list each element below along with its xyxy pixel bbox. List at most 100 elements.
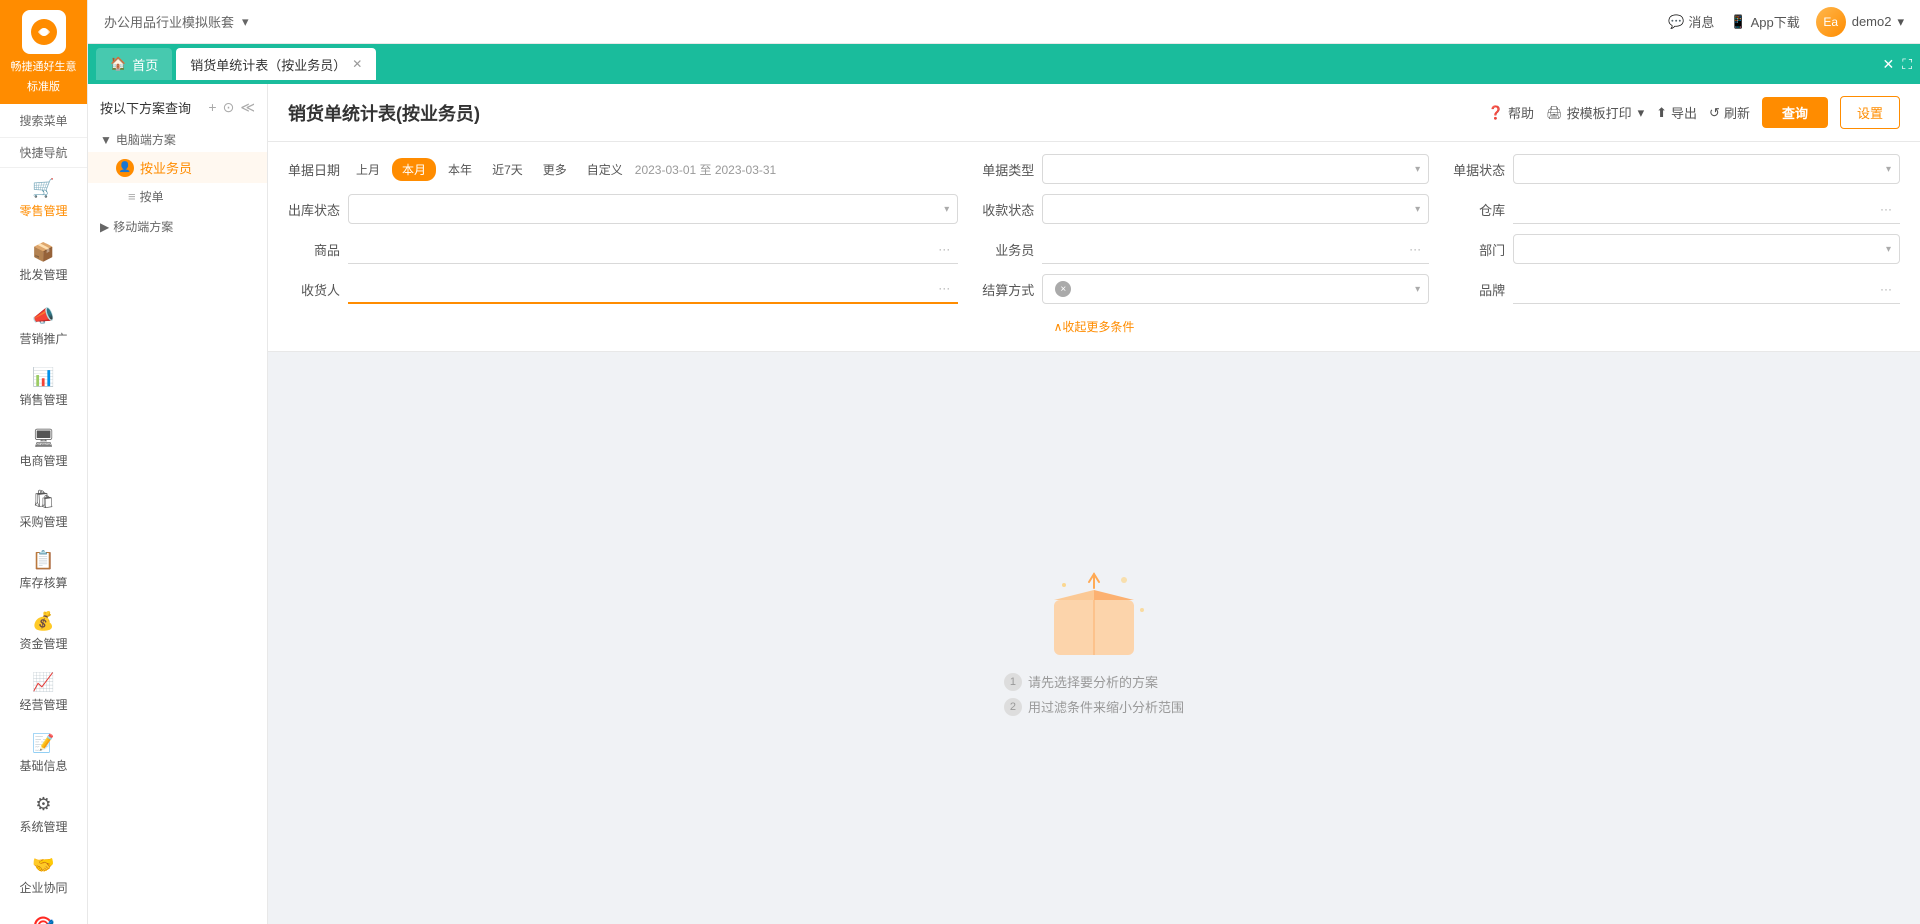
- brand-select[interactable]: ···: [1513, 274, 1900, 304]
- warehouse-select[interactable]: ···: [1513, 194, 1900, 224]
- date-btn-this-month[interactable]: 本月: [392, 158, 436, 181]
- tab-expand-icon[interactable]: ⛶: [1902, 56, 1912, 73]
- app-logo[interactable]: 畅捷通好生意 标准版: [0, 0, 87, 104]
- filter-department-field: 部门 ▾: [1453, 234, 1900, 264]
- sidebar-item-wholesale-label: 批发管理: [19, 266, 67, 283]
- date-btn-this-year[interactable]: 本年: [440, 158, 480, 181]
- sidebar-item-ecommerce[interactable]: 🖥 电商管理: [0, 418, 87, 479]
- wholesale-icon: 📦: [32, 242, 54, 263]
- date-btn-last-month[interactable]: 上月: [348, 158, 388, 181]
- pc-plan-group-header[interactable]: ▼ 电脑端方案: [88, 127, 267, 152]
- sidebar-item-operations[interactable]: 📈 经营管理: [0, 662, 87, 723]
- print-template-btn[interactable]: 🖨 按模板打印 ▾: [1546, 103, 1644, 122]
- settings-button[interactable]: 设置: [1840, 96, 1900, 129]
- quick-nav-item[interactable]: 快捷导航: [0, 138, 87, 168]
- print-template-label: 按模板打印: [1567, 103, 1632, 122]
- app-download-btn[interactable]: 📱 App下载: [1730, 12, 1799, 31]
- warehouse-label: 仓库: [1453, 200, 1505, 219]
- operations-icon: 📈: [32, 672, 54, 693]
- sidebar-item-guide[interactable]: 🎯 新手引导: [0, 906, 87, 924]
- mobile-plan-group-header[interactable]: ▶ 移动端方案: [88, 214, 267, 239]
- order-icon: ≡: [128, 189, 136, 204]
- message-btn[interactable]: 💬 消息: [1668, 12, 1714, 31]
- mobile-plan-group: ▶ 移动端方案: [88, 214, 267, 239]
- sidebar-item-retail[interactable]: 🛒 零售管理: [0, 168, 87, 232]
- sidebar-item-marketing[interactable]: 📣 营销推广: [0, 296, 87, 357]
- app-name: 畅捷通好生意: [11, 58, 77, 74]
- plan-subitem-by-order[interactable]: ≡ 按单: [88, 183, 267, 210]
- sidebar-item-system[interactable]: ⚙ 系统管理: [0, 784, 87, 845]
- sidebar-item-basic-info[interactable]: 📝 基础信息: [0, 723, 87, 784]
- tab-bar: 🏠 首页 销货单统计表（按业务员） ✕ ✕ ⛶: [88, 44, 1920, 84]
- page-header: 销货单统计表(按业务员) ❓ 帮助 🖨 按模板打印 ▾ ⬆ 导出: [268, 84, 1920, 142]
- settings-plan-btn[interactable]: ⊙: [223, 99, 235, 116]
- mobile-plan-arrow-icon: ▶: [100, 220, 109, 234]
- settlement-tag-close[interactable]: ×: [1055, 281, 1071, 297]
- plan-by-salesperson-label: 按业务员: [140, 158, 192, 177]
- sidebar-item-marketing-label: 营销推广: [19, 330, 67, 347]
- refresh-btn[interactable]: ↺ 刷新: [1709, 103, 1750, 122]
- breadcrumb-dropdown[interactable]: ▾: [242, 14, 249, 30]
- settlement-tag[interactable]: ×: [1051, 281, 1071, 297]
- sidebar-item-wholesale[interactable]: 📦 批发管理: [0, 232, 87, 296]
- print-chevron-icon: ▾: [1638, 105, 1645, 121]
- mobile-plan-label: 移动端方案: [113, 218, 173, 235]
- left-panel-header: 按以下方案查询 + ⊙ ≪: [88, 92, 267, 123]
- empty-tips: 1 请先选择要分析的方案 2 用过滤条件来缩小分析范围: [1004, 672, 1184, 716]
- filter-area: 单据日期 上月 本月 本年 近7天 更多 自定义 2023-03-01 至 20…: [268, 142, 1920, 352]
- filter-doc-status-field: 单据状态 ▾: [1453, 154, 1900, 184]
- salesperson-label: 业务员: [982, 240, 1034, 259]
- sidebar-item-purchase[interactable]: 🛍 采购管理: [0, 479, 87, 540]
- plan-item-by-salesperson[interactable]: 👤 按业务员: [88, 152, 267, 183]
- tab-close-icon[interactable]: ✕: [352, 57, 362, 71]
- pc-plan-group: ▼ 电脑端方案 👤 按业务员 ≡ 按单: [88, 127, 267, 210]
- page-title: 销货单统计表(按业务员): [288, 100, 480, 138]
- date-btn-7days[interactable]: 近7天: [484, 158, 531, 181]
- left-panel-actions: + ⊙ ≪: [208, 99, 255, 116]
- sidebar-item-inventory[interactable]: 📋 库存核算: [0, 540, 87, 601]
- export-btn[interactable]: ⬆ 导出: [1656, 103, 1697, 122]
- retail-icon: 🛒: [32, 178, 54, 199]
- filter-row-3: 商品 ··· 业务员 ··· 部门: [288, 234, 1900, 264]
- logo-icon: [22, 10, 66, 54]
- collapse-btn[interactable]: ∧ 收起更多条件: [1046, 314, 1143, 339]
- ecommerce-icon: 🖥: [32, 428, 55, 449]
- tab-home[interactable]: 🏠 首页: [96, 48, 172, 80]
- tab-close-all-icon[interactable]: ✕: [1882, 56, 1894, 73]
- goods-dots: ···: [938, 242, 950, 256]
- tab-sales-stats[interactable]: 销货单统计表（按业务员） ✕: [176, 48, 376, 80]
- date-buttons: 上月 本月 本年 近7天 更多 自定义 2023-03-01 至 2023-03…: [348, 158, 958, 181]
- brand-dots: ···: [1880, 282, 1892, 296]
- empty-box-svg: [1034, 560, 1154, 660]
- date-btn-custom[interactable]: 自定义: [579, 158, 631, 181]
- doc-status-select[interactable]: ▾: [1513, 154, 1900, 184]
- help-btn[interactable]: ❓ 帮助: [1488, 103, 1534, 122]
- user-menu-btn[interactable]: Ea demo2 ▾: [1816, 7, 1904, 37]
- add-plan-btn[interactable]: +: [208, 99, 216, 116]
- filter-payment-status-field: 收款状态 ▾: [982, 194, 1429, 224]
- salesperson-select[interactable]: ···: [1042, 234, 1429, 264]
- sidebar-item-sales[interactable]: 📊 销售管理: [0, 357, 87, 418]
- tab-home-label: 首页: [132, 55, 158, 74]
- collapse-panel-btn[interactable]: ≪: [240, 99, 255, 116]
- doc-type-select[interactable]: ▾: [1042, 154, 1429, 184]
- sidebar-item-basic-info-label: 基础信息: [19, 757, 67, 774]
- date-btn-more[interactable]: 更多: [535, 158, 575, 181]
- export-label: 导出: [1671, 103, 1697, 122]
- sidebar-item-finance[interactable]: 💰 资金管理: [0, 601, 87, 662]
- settlement-select[interactable]: × ▾: [1042, 274, 1429, 304]
- goods-select[interactable]: ···: [348, 234, 958, 264]
- out-status-select[interactable]: ▾: [348, 194, 958, 224]
- brand-label: 品牌: [1453, 280, 1505, 299]
- filter-row-2: 出库状态 ▾ 收款状态 ▾ 仓库: [288, 194, 1900, 224]
- search-menu-item[interactable]: 搜索菜单: [0, 104, 87, 138]
- app-version: 标准版: [27, 78, 60, 94]
- department-select[interactable]: ▾: [1513, 234, 1900, 264]
- doc-status-label: 单据状态: [1453, 160, 1505, 179]
- payment-status-select[interactable]: ▾: [1042, 194, 1429, 224]
- filter-brand-field: 品牌 ···: [1453, 274, 1900, 304]
- sidebar-item-system-label: 系统管理: [19, 818, 67, 835]
- receiver-select[interactable]: ···: [348, 274, 958, 304]
- query-button[interactable]: 查询: [1762, 97, 1828, 128]
- sidebar-item-collab[interactable]: 🤝 企业协同: [0, 845, 87, 906]
